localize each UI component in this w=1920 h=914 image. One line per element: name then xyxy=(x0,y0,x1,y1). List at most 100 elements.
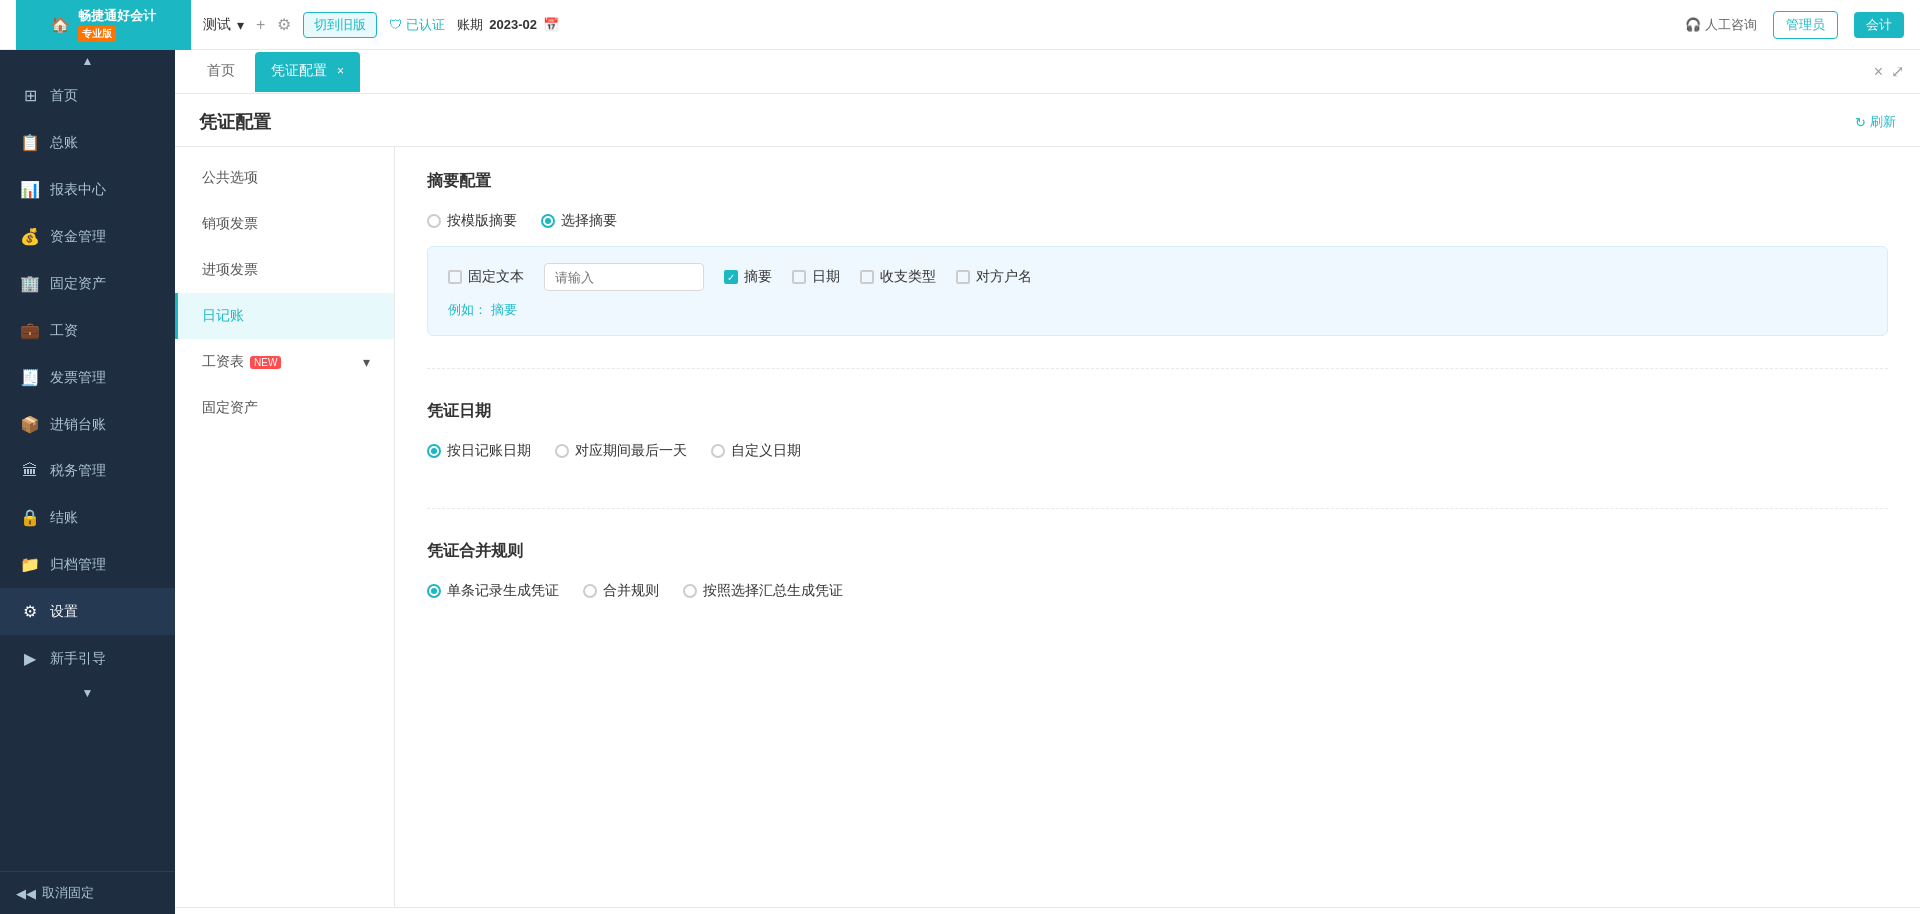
logo-icon: 🏠 xyxy=(51,16,70,34)
admin-button[interactable]: 管理员 xyxy=(1773,11,1838,39)
sidebar-item-tax[interactable]: 🏛 税务管理 xyxy=(0,448,175,494)
radio-select-summary[interactable]: 选择摘要 xyxy=(541,212,617,230)
fixed-text-checkbox xyxy=(448,270,462,284)
sidebar-label-report: 报表中心 xyxy=(50,181,106,199)
tab-voucher-config[interactable]: 凭证配置 × xyxy=(255,52,360,92)
sidebar-item-archive[interactable]: 📁 归档管理 xyxy=(0,541,175,588)
tax-icon: 🏛 xyxy=(20,462,40,480)
config-layout: 公共选项 销项发票 进项发票 日记账 工资表 NEW xyxy=(175,147,1920,907)
merge-section: 凭证合并规则 单条记录生成凭证 合并规则 xyxy=(427,541,1888,648)
settings-sidebar-icon: ⚙ xyxy=(20,602,40,621)
archive-icon: 📁 xyxy=(20,555,40,574)
checkbox-summary[interactable]: ✓ 摘要 xyxy=(724,268,772,286)
tab-home[interactable]: 首页 xyxy=(191,52,251,92)
summary-checkbox: ✓ xyxy=(724,270,738,284)
checkbox-fixed-text[interactable]: 固定文本 xyxy=(448,268,524,286)
merge-rule-circle xyxy=(583,584,597,598)
sidebar-item-report[interactable]: 📊 报表中心 xyxy=(0,166,175,213)
project-name: 测试 xyxy=(203,16,231,34)
date-section-title: 凭证日期 xyxy=(427,401,1888,422)
invoice-icon: 🧾 xyxy=(20,368,40,387)
calendar-icon[interactable]: 📅 xyxy=(543,17,559,32)
page-header: 凭证配置 ↻ 刷新 xyxy=(175,94,1920,147)
add-icon[interactable]: + xyxy=(256,16,265,34)
sidebar-item-closing[interactable]: 🔒 结账 xyxy=(0,494,175,541)
header-right: 🎧 人工咨询 管理员 会计 xyxy=(1685,11,1904,39)
period-info: 账期 2023-02 📅 xyxy=(457,16,559,34)
radio-merge-rule[interactable]: 合并规则 xyxy=(583,582,659,600)
config-nav-sales-invoice[interactable]: 销项发票 xyxy=(175,201,394,247)
guide-icon: ▶ xyxy=(20,649,40,668)
date-radio-group: 按日记账日期 对应期间最后一天 自定义日期 xyxy=(427,442,1888,460)
summary-radio-group: 按模版摘要 选择摘要 xyxy=(427,212,1888,230)
tab-close-button[interactable]: × xyxy=(337,64,344,78)
settings-icon[interactable]: ⚙ xyxy=(277,15,291,34)
summary-section: 摘要配置 按模版摘要 选择摘要 xyxy=(427,171,1888,369)
sidebar-label-payroll: 工资 xyxy=(50,322,78,340)
tab-expand-icon[interactable]: ⤢ xyxy=(1891,62,1904,81)
sidebar-item-fund[interactable]: 💰 资金管理 xyxy=(0,213,175,260)
sidebar-item-payroll[interactable]: 💼 工资 xyxy=(0,307,175,354)
sidebar-scroll-up[interactable]: ▲ xyxy=(0,50,175,72)
config-nav-public[interactable]: 公共选项 xyxy=(175,155,394,201)
tab-bar: 首页 凭证配置 × × ⤢ xyxy=(175,50,1920,94)
checkbox-payment-type[interactable]: 收支类型 xyxy=(860,268,936,286)
company-name: 畅捷通好会计 xyxy=(78,7,156,25)
refresh-icon: ↻ xyxy=(1855,115,1866,130)
config-nav-payroll-table[interactable]: 工资表 NEW ▾ xyxy=(175,339,394,385)
switch-old-button[interactable]: 切到旧版 xyxy=(303,12,377,38)
custom-date-circle xyxy=(711,444,725,458)
by-selection-circle xyxy=(683,584,697,598)
cancel-fixed-button[interactable]: ◀◀ 取消固定 xyxy=(0,871,175,914)
sidebar-item-ledger[interactable]: 📋 总账 xyxy=(0,119,175,166)
chevron-down-icon: ▾ xyxy=(363,354,370,370)
sidebar-item-home[interactable]: ⊞ 首页 xyxy=(0,72,175,119)
tab-bar-actions: × ⤢ xyxy=(1874,62,1904,81)
consult-button[interactable]: 🎧 人工咨询 xyxy=(1685,16,1757,34)
radio-by-selection[interactable]: 按照选择汇总生成凭证 xyxy=(683,582,843,600)
closing-icon: 🔒 xyxy=(20,508,40,527)
config-nav-purchase-invoice[interactable]: 进项发票 xyxy=(175,247,394,293)
sidebar-item-settings[interactable]: ⚙ 设置 xyxy=(0,588,175,635)
sidebar-item-invoice[interactable]: 🧾 发票管理 xyxy=(0,354,175,401)
payroll-icon: 💼 xyxy=(20,321,40,340)
asset-icon: 🏢 xyxy=(20,274,40,293)
tab-close-all-icon[interactable]: × xyxy=(1874,63,1883,81)
new-badge: NEW xyxy=(250,356,281,369)
radio-template-summary[interactable]: 按模版摘要 xyxy=(427,212,517,230)
radio-journal-date[interactable]: 按日记账日期 xyxy=(427,442,531,460)
radio-last-day[interactable]: 对应期间最后一天 xyxy=(555,442,687,460)
page-content: 凭证配置 ↻ 刷新 公共选项 销项发票 进项发票 xyxy=(175,94,1920,914)
sidebar-label-asset: 固定资产 xyxy=(50,275,106,293)
last-day-circle xyxy=(555,444,569,458)
sidebar-item-asset[interactable]: 🏢 固定资产 xyxy=(0,260,175,307)
home-icon: ⊞ xyxy=(20,86,40,105)
sidebar-item-sales[interactable]: 📦 进销台账 xyxy=(0,401,175,448)
checkbox-date[interactable]: 日期 xyxy=(792,268,840,286)
checkbox-counterparty[interactable]: 对方户名 xyxy=(956,268,1032,286)
refresh-button[interactable]: ↻ 刷新 xyxy=(1855,113,1896,143)
config-nav-journal[interactable]: 日记账 xyxy=(175,293,394,339)
company-logo: 🏠 畅捷通好会计 专业版 xyxy=(16,0,191,50)
radio-custom-date[interactable]: 自定义日期 xyxy=(711,442,801,460)
accountant-button[interactable]: 会计 xyxy=(1854,12,1904,38)
period-value: 2023-02 xyxy=(489,17,537,32)
project-selector[interactable]: 测试 ▾ xyxy=(203,16,244,34)
fixed-text-input[interactable] xyxy=(544,263,704,291)
content-area: 首页 凭证配置 × × ⤢ 凭证配置 ↻ 刷新 xyxy=(175,50,1920,914)
sidebar-label-closing: 结账 xyxy=(50,509,78,527)
top-header: 🏠 畅捷通好会计 专业版 测试 ▾ + ⚙ 切到旧版 🛡 已认证 账期 2023… xyxy=(0,0,1920,50)
single-record-circle xyxy=(427,584,441,598)
sidebar-label-archive: 归档管理 xyxy=(50,556,106,574)
radio-single-record[interactable]: 单条记录生成凭证 xyxy=(427,582,559,600)
sidebar-label-tax: 税务管理 xyxy=(50,462,106,480)
sidebar-scroll-down[interactable]: ▼ xyxy=(0,682,175,704)
page-footer: 保存 xyxy=(175,907,1920,914)
merge-section-title: 凭证合并规则 xyxy=(427,541,1888,562)
shield-icon: 🛡 xyxy=(389,17,402,32)
config-nav-fixed-asset[interactable]: 固定资产 xyxy=(175,385,394,431)
sidebar-item-guide[interactable]: ▶ 新手引导 xyxy=(0,635,175,682)
config-nav: 公共选项 销项发票 进项发票 日记账 工资表 NEW xyxy=(175,147,395,907)
main-layout: ▲ ⊞ 首页 📋 总账 📊 报表中心 💰 资金管理 🏢 固定资产 💼 工资 🧾 … xyxy=(0,50,1920,914)
ledger-icon: 📋 xyxy=(20,133,40,152)
